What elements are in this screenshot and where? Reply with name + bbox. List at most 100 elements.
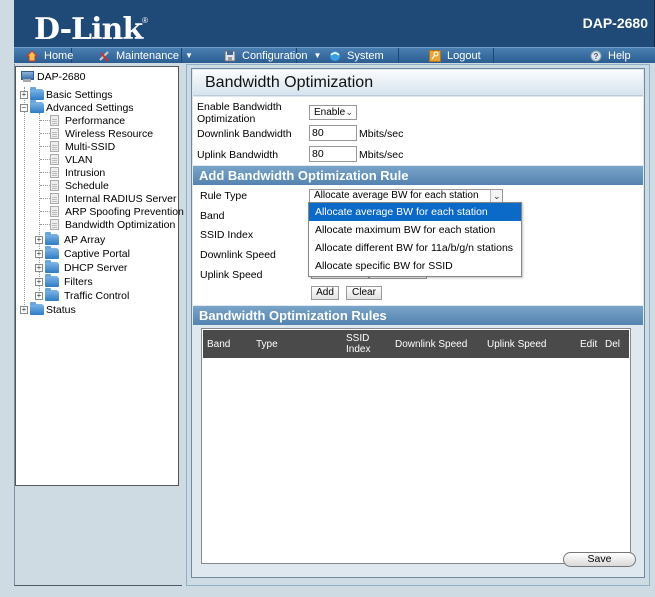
col-type: Type <box>256 338 278 350</box>
save-button[interactable]: Save <box>563 552 636 567</box>
page-icon <box>50 154 59 165</box>
tree-item-filters[interactable]: + Filters <box>35 274 93 288</box>
tree-item-multi-ssid[interactable]: Multi-SSID <box>40 140 115 153</box>
tree-item-schedule[interactable]: Schedule <box>40 179 109 192</box>
nav-logout[interactable]: Logout <box>399 48 494 63</box>
rule-type-label: Rule Type <box>200 190 248 202</box>
nav-maintenance[interactable]: Maintenance ▼ <box>72 48 193 63</box>
nav-help[interactable]: ? Help <box>494 48 655 63</box>
home-icon <box>25 49 39 62</box>
page-icon <box>50 180 59 191</box>
tree-label: Internal RADIUS Server <box>65 192 177 205</box>
chevron-down-icon: ⌄ <box>490 190 502 202</box>
page-icon <box>50 206 59 217</box>
nav-configuration[interactable]: Configuration ▼ <box>182 48 321 63</box>
tree-item-performance[interactable]: Performance <box>40 114 125 127</box>
enable-label-line1: Enable Bandwidth <box>197 101 282 113</box>
enable-bandwidth-select[interactable]: Enable ⌄ <box>309 105 357 120</box>
tree-root-dap-2680[interactable]: DAP-2680 <box>20 70 85 83</box>
uplink-unit: Mbits/sec <box>359 149 404 161</box>
registered-mark: ® <box>142 16 148 25</box>
tree-item-vlan[interactable]: VLAN <box>40 153 92 166</box>
tree-item-advanced-settings[interactable]: − Advanced Settings <box>20 100 134 114</box>
tree-label: Basic Settings <box>46 88 113 101</box>
col-edit: Edit <box>580 338 598 350</box>
nav-home[interactable]: Home <box>14 48 73 63</box>
bandwidth-settings-form: Enable Bandwidth Optimization Enable ⌄ D… <box>193 97 643 165</box>
add-button[interactable]: Add <box>311 286 339 300</box>
downlink-speed-label: Downlink Speed <box>200 249 276 261</box>
rules-table: Band Type SSID Index Downlink Speed Upli… <box>201 328 631 564</box>
downlink-unit: Mbits/sec <box>359 128 404 140</box>
tree-label: Multi-SSID <box>65 140 116 153</box>
tree-item-status[interactable]: + Status <box>20 302 76 316</box>
nav-system[interactable]: System <box>297 48 399 63</box>
tree-root-label: DAP-2680 <box>37 70 86 83</box>
tree-item-wireless-resource[interactable]: Wireless Resource <box>40 127 153 140</box>
ssid-index-label: SSID Index <box>200 229 254 241</box>
tree-item-dhcp-server[interactable]: + DHCP Server <box>35 260 128 274</box>
uplink-bandwidth-input[interactable] <box>309 146 357 162</box>
folder-icon <box>45 260 59 273</box>
enable-bandwidth-label: Enable Bandwidth Optimization <box>197 101 282 125</box>
device-icon <box>20 70 34 83</box>
folder-icon <box>45 274 59 287</box>
folder-icon <box>45 246 59 259</box>
tree-label: DHCP Server <box>64 261 128 274</box>
key-icon <box>429 49 441 62</box>
tree-item-intrusion[interactable]: Intrusion <box>40 166 105 179</box>
chevron-down-icon: ⌄ <box>345 107 353 117</box>
rule-type-option[interactable]: Allocate average BW for each station <box>309 203 521 221</box>
enable-label-line2: Optimization <box>197 113 256 125</box>
rule-type-option[interactable]: Allocate different BW for 11a/b/g/n stat… <box>309 239 521 257</box>
tree-label: Status <box>46 303 76 316</box>
uplink-speed-label: Uplink Speed <box>200 269 263 281</box>
tree-item-ap-array[interactable]: + AP Array <box>35 232 105 246</box>
tree-label: Filters <box>64 275 93 288</box>
enable-select-value: Enable <box>314 107 346 118</box>
top-nav: Home Maintenance ▼ Configuration ▼ Syste… <box>14 47 655 63</box>
clear-button[interactable]: Clear <box>346 286 382 300</box>
system-icon <box>329 50 341 62</box>
expand-icon[interactable]: + <box>20 90 28 99</box>
tree-item-bandwidth-optimization[interactable]: Bandwidth Optimization <box>40 218 175 231</box>
tools-icon <box>98 50 110 62</box>
page-icon <box>50 115 59 126</box>
nav-system-label: System <box>347 49 384 62</box>
rules-section-header: Bandwidth Optimization Rules <box>193 306 643 325</box>
page-icon <box>50 141 59 152</box>
expand-icon[interactable]: + <box>35 263 43 272</box>
help-icon: ? <box>590 50 602 62</box>
col-downlink-speed: Downlink Speed <box>395 338 468 350</box>
tree-label: VLAN <box>65 153 93 166</box>
expand-icon[interactable]: + <box>35 277 43 286</box>
nav-help-label: Help <box>608 49 631 62</box>
page-icon <box>50 167 59 178</box>
rule-type-value: Allocate average BW for each station <box>314 190 479 201</box>
uplink-bandwidth-label: Uplink Bandwidth <box>197 149 279 161</box>
expand-icon[interactable]: + <box>20 305 28 314</box>
dlink-logo: D-Link® <box>34 12 148 47</box>
tree-item-arp-spoofing-prevention[interactable]: ARP Spoofing Prevention <box>40 205 184 218</box>
tree-item-traffic-control[interactable]: + Traffic Control <box>35 288 129 302</box>
navigation-tree: DAP-2680 + Basic Settings − Advanced Set… <box>15 66 184 486</box>
tree-item-captive-portal[interactable]: + Captive Portal <box>35 246 130 260</box>
tree-item-internal-radius-server[interactable]: Internal RADIUS Server <box>40 192 176 205</box>
rule-type-option[interactable]: Allocate specific BW for SSID <box>309 257 521 275</box>
collapse-icon[interactable]: − <box>20 103 28 112</box>
expand-icon[interactable]: + <box>35 249 43 258</box>
downlink-bandwidth-input[interactable] <box>309 125 357 141</box>
expand-icon[interactable]: + <box>35 235 43 244</box>
tree-label: Captive Portal <box>64 247 130 260</box>
brand-name: D-Link <box>34 12 143 47</box>
expand-icon[interactable]: + <box>35 291 43 300</box>
save-disk-icon <box>224 50 236 62</box>
folder-icon <box>30 302 44 315</box>
rule-type-select[interactable]: Allocate average BW for each station ⌄ <box>309 189 503 203</box>
col-band: Band <box>207 338 231 350</box>
page-icon <box>50 219 59 230</box>
col-ssid-index: SSID Index <box>346 330 370 358</box>
rule-type-option[interactable]: Allocate maximum BW for each station <box>309 221 521 239</box>
page-icon <box>50 128 59 139</box>
tree-line <box>24 87 25 309</box>
